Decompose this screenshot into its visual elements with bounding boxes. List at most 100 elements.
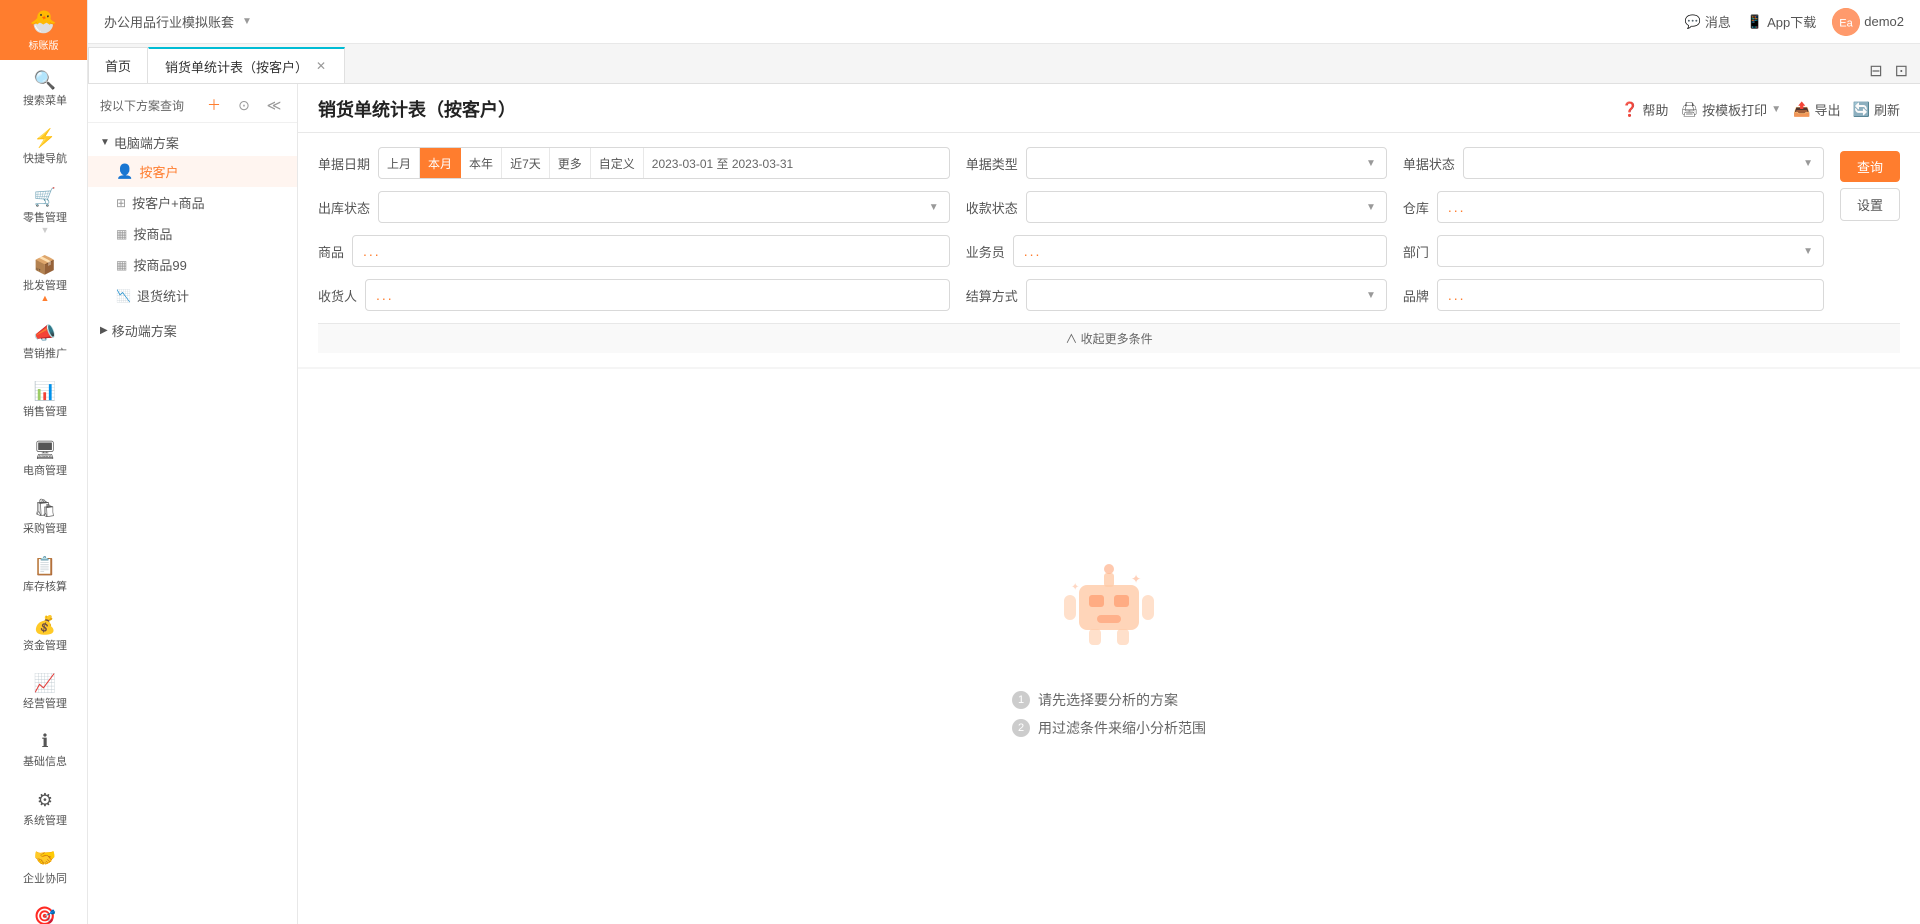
scheme-mobile-section-label: 移动端方案 — [112, 321, 177, 340]
system-name: 办公用品行业模拟账套 — [104, 12, 234, 31]
date-btn-custom[interactable]: 自定义 — [591, 148, 644, 178]
tab-close-icon[interactable]: ✕ — [314, 57, 328, 75]
retail-arrow-icon: ▼ — [41, 225, 50, 235]
export-button[interactable]: 📤 导出 — [1793, 100, 1840, 119]
app-download-button[interactable]: 📱 App下载 — [1747, 12, 1816, 31]
order-status-dropdown-icon: ▼ — [1803, 158, 1813, 169]
sidebar-item-inventory[interactable]: 📋 库存核算 — [0, 546, 87, 604]
logo-area: 🐣 标账版 — [0, 0, 87, 60]
sidebar-item-wholesale[interactable]: 📦 批发管理 ▲ — [0, 245, 87, 313]
help-button[interactable]: ❓ 帮助 — [1621, 100, 1668, 119]
date-btn-more[interactable]: 更多 — [550, 148, 591, 178]
empty-tips: 1 请先选择要分析的方案 2 用过滤条件来缩小分析范围 — [1012, 690, 1206, 738]
sidebar-item-marketing[interactable]: 📣 营销推广 — [0, 313, 87, 371]
page-header: 销货单统计表（按客户） ❓ 帮助 🖨 按模板打印 ▼ — [298, 84, 1920, 133]
sidebar-item-sales-label: 销售管理 — [23, 405, 67, 419]
brand-input[interactable]: ... — [1437, 279, 1824, 311]
collapse-bar[interactable]: ∧ 收起更多条件 — [318, 323, 1900, 353]
warehouse-input[interactable]: ... — [1437, 191, 1824, 223]
scheme-item-customer-goods[interactable]: ⊞ 按客户+商品 — [88, 187, 297, 218]
sales-icon: 📊 — [34, 381, 56, 402]
scheme-item-by-goods99[interactable]: ▦ 按商品99 — [88, 249, 297, 280]
settlement-dropdown-icon: ▼ — [1366, 290, 1376, 301]
scheme-desktop-section-header[interactable]: ▼ 电脑端方案 — [88, 129, 297, 156]
order-type-input[interactable]: ▼ — [1026, 147, 1387, 179]
tab-sales-stat[interactable]: 销货单统计表（按客户） ✕ — [148, 47, 345, 83]
filter-out-status: 出库状态 ▼ — [318, 191, 950, 223]
user-area[interactable]: Ea demo2 — [1832, 8, 1904, 36]
tip-num-2: 2 — [1012, 719, 1030, 737]
salesperson-input[interactable]: ... — [1013, 235, 1387, 267]
sidebar-item-sales[interactable]: 📊 销售管理 — [0, 371, 87, 429]
print-dropdown-icon[interactable]: ▼ — [1771, 104, 1781, 115]
user-name: demo2 — [1864, 14, 1904, 29]
refresh-button[interactable]: 🔄 刷新 — [1853, 100, 1900, 119]
inventory-icon: 📋 — [34, 556, 56, 577]
filter-main: 单据日期 上月 本月 — [318, 147, 1900, 323]
scheme-desktop-section: ▼ 电脑端方案 👤 按客户 ⊞ 按客户+商品 ▦ 按商品 — [88, 129, 297, 311]
return-stat-icon: 📉 — [116, 289, 131, 303]
scheme-item-by-goods[interactable]: ▦ 按商品 — [88, 218, 297, 249]
scheme-mobile-section-header[interactable]: ▶ 移动端方案 — [88, 317, 297, 344]
wholesale-arrow-icon: ▲ — [41, 293, 50, 303]
recipient-input[interactable]: ... — [365, 279, 950, 311]
filter-settlement: 结算方式 ▼ — [966, 279, 1387, 311]
message-button[interactable]: 💬 消息 — [1685, 12, 1731, 31]
tab-home[interactable]: 首页 — [88, 47, 148, 83]
goods-input[interactable]: ... — [352, 235, 950, 267]
brand-dots: ... — [1448, 287, 1466, 303]
date-filter-input[interactable]: 上月 本月 本年 — [378, 147, 950, 179]
print-button[interactable]: 🖨 按模板打印 ▼ — [1680, 100, 1781, 119]
settlement-input[interactable]: ▼ — [1026, 279, 1387, 311]
date-btn-last-month[interactable]: 上月 — [379, 148, 420, 178]
date-range-value: 2023-03-01 至 2023-03-31 — [644, 155, 801, 172]
order-status-input[interactable]: ▼ — [1463, 147, 1824, 179]
scheme-add-icon[interactable]: ＋ — [203, 94, 225, 116]
svg-text:Ea: Ea — [1840, 17, 1854, 29]
return-stat-label: 退货统计 — [137, 286, 189, 305]
tab-maximize-icon[interactable]: ⊡ — [1891, 59, 1912, 83]
sidebar-item-system[interactable]: ⚙ 系统管理 — [0, 780, 87, 838]
goods-label: 商品 — [318, 242, 344, 261]
scheme-item-return-stat[interactable]: 📉 退货统计 — [88, 280, 297, 311]
sidebar-item-collab[interactable]: 🤝 企业协同 — [0, 838, 87, 896]
date-btn-this-month[interactable]: 本月 — [420, 148, 461, 178]
sidebar-item-operations-label: 经营管理 — [23, 697, 67, 711]
sidebar-item-finance[interactable]: 💰 资金管理 — [0, 605, 87, 663]
date-btn-last7[interactable]: 近7天 — [502, 148, 550, 178]
app-download-icon: 📱 — [1747, 14, 1763, 30]
sidebar-item-basic[interactable]: ℹ 基础信息 — [0, 721, 87, 779]
sidebar-item-retail[interactable]: 🛒 零售管理 ▼ — [0, 177, 87, 245]
content-wrapper: 按以下方案查询 ＋ ⊙ ≪ ▼ 电脑端方案 👤 按客户 — [88, 84, 1920, 924]
by-goods99-label: 按商品99 — [133, 255, 186, 274]
tab-actions: ⊟ ⊡ — [1865, 59, 1920, 83]
scheme-settings-icon[interactable]: ⊙ — [233, 94, 255, 116]
sidebar-item-ecommerce[interactable]: 🖥 电商管理 — [0, 430, 87, 488]
out-status-input[interactable]: ▼ — [378, 191, 950, 223]
scheme-desktop-section-label: 电脑端方案 — [114, 133, 179, 152]
date-btn-this-year[interactable]: 本年 — [461, 148, 502, 178]
print-label: 按模板打印 — [1702, 100, 1767, 119]
scheme-collapse-icon[interactable]: ≪ — [263, 94, 285, 116]
page-content: 按以下方案查询 ＋ ⊙ ≪ ▼ 电脑端方案 👤 按客户 — [88, 84, 1920, 924]
scheme-mobile-section-icon: ▶ — [100, 325, 108, 336]
refresh-icon: 🔄 — [1853, 101, 1870, 118]
sidebar-item-search[interactable]: 🔍 搜索菜单 — [0, 60, 87, 118]
sidebar-item-quick-nav[interactable]: ⚡ 快捷导航 — [0, 118, 87, 176]
page-title-row: 销货单统计表（按客户） ❓ 帮助 🖨 按模板打印 ▼ — [318, 96, 1900, 122]
warehouse-label: 仓库 — [1403, 198, 1429, 217]
scheme-desktop-section-icon: ▼ — [100, 137, 110, 148]
query-button[interactable]: 查询 — [1840, 151, 1900, 182]
sidebar-item-newbie[interactable]: 🎯 新手引导 — [0, 896, 87, 924]
scheme-item-by-customer[interactable]: 👤 按客户 — [88, 156, 297, 187]
collection-status-input[interactable]: ▼ — [1026, 191, 1387, 223]
settings-button[interactable]: 设置 — [1840, 188, 1900, 221]
out-status-dropdown-icon: ▼ — [929, 202, 939, 213]
department-input[interactable]: ▼ — [1437, 235, 1824, 267]
system-dropdown-icon[interactable]: ▼ — [242, 16, 252, 27]
sidebar-item-purchase[interactable]: 🛍 采购管理 — [0, 488, 87, 546]
system-icon: ⚙ — [37, 790, 53, 811]
tab-minimize-icon[interactable]: ⊟ — [1865, 59, 1886, 83]
sidebar-item-operations[interactable]: 📈 经营管理 — [0, 663, 87, 721]
sidebar-item-search-label: 搜索菜单 — [23, 94, 67, 108]
